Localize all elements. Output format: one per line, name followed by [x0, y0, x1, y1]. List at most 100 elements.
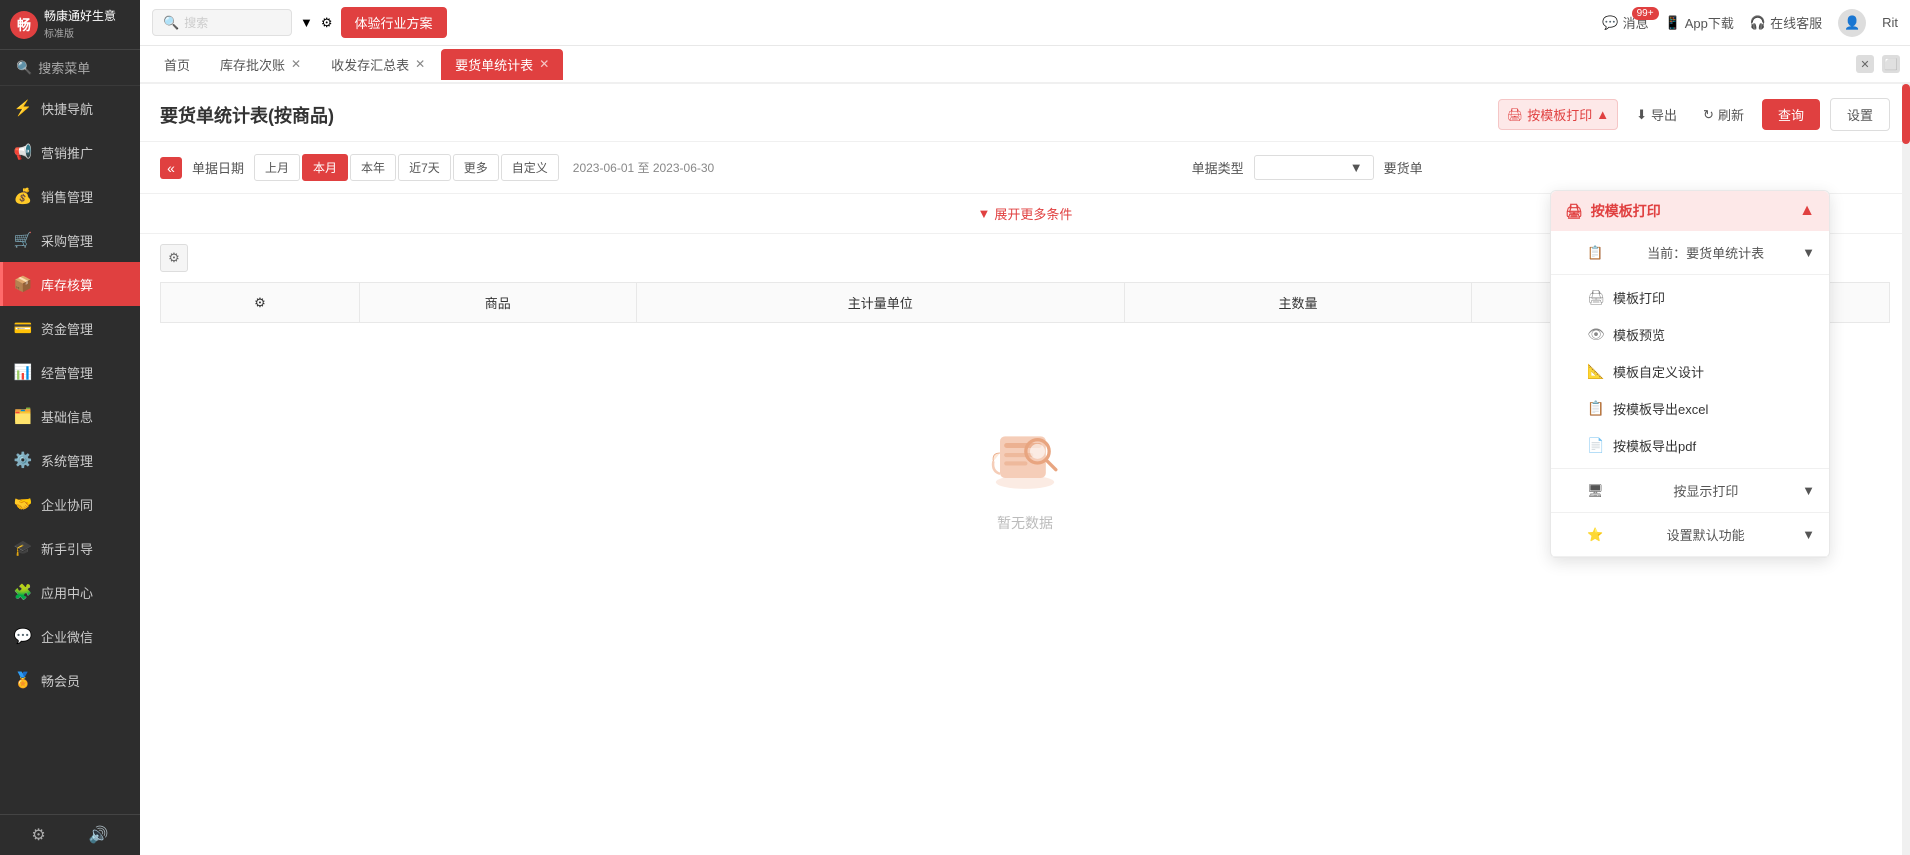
sidebar-item-appstore[interactable]: 🧩 应用中心 [0, 570, 140, 614]
display-print-icon: 🖥 [1587, 483, 1604, 499]
query-button[interactable]: 查询 [1762, 99, 1820, 130]
refresh-button[interactable]: ↻ 刷新 [1695, 100, 1752, 129]
tab-label-collect_summary: 收发存汇总表 [331, 55, 409, 74]
date-filter-current_month[interactable]: 本月 [302, 154, 348, 181]
display-print-label: 按显示打印 [1673, 481, 1738, 500]
print-chevron-up: ▲ [1596, 107, 1609, 122]
sidebar-item-enterprise[interactable]: 🤝 企业协同 [0, 482, 140, 526]
display-print-header[interactable]: 🖥 按显示打印 ▼ [1551, 473, 1829, 508]
sidebar-search[interactable]: 🔍 搜索菜单 [0, 50, 140, 86]
tab-close-collect_summary[interactable]: ✕ [415, 57, 425, 71]
tab-home[interactable]: 首页 [150, 49, 204, 80]
sidebar-item-newcomer[interactable]: 🎓 新手引导 [0, 526, 140, 570]
date-filter-more[interactable]: 更多 [453, 154, 499, 181]
header-dropdown-icon[interactable]: ▼ [300, 15, 313, 30]
nav-icon-wechat: 💬 [13, 626, 33, 646]
print-item-export_excel[interactable]: 📋 按模板导出excel [1551, 390, 1829, 427]
date-filter-last_7_days[interactable]: 近7天 [398, 154, 451, 181]
nav-label-finance: 资金管理 [41, 319, 93, 338]
nav-icon-inventory: 📦 [13, 274, 33, 294]
print-item-export_pdf[interactable]: 📄 按模板导出pdf [1551, 427, 1829, 464]
download-icon: 📱 [1665, 15, 1681, 31]
maximize-window-button[interactable]: ⬜ [1882, 55, 1900, 73]
user-avatar[interactable]: 👤 [1838, 9, 1866, 37]
sidebar-item-sales[interactable]: 💰 销售管理 [0, 174, 140, 218]
print-item-label-template_design: 模板自定义设计 [1613, 362, 1704, 381]
empty-illustration [975, 403, 1075, 503]
sidebar-item-system[interactable]: ⚙️ 系统管理 [0, 438, 140, 482]
nav-label-member: 畅会员 [41, 671, 80, 690]
sidebar-item-wechat[interactable]: 💬 企业微信 [0, 614, 140, 658]
expand-more-button[interactable]: ▼ 展开更多条件 [970, 200, 1081, 227]
messages-button[interactable]: 💬 消息 99+ [1602, 13, 1648, 32]
sidebar-item-member[interactable]: 🏅 畅会员 [0, 658, 140, 702]
nav-label-inventory: 库存核算 [41, 275, 93, 294]
print-item-icon-template_design: 📐 [1587, 363, 1605, 380]
tab-close-order_stats[interactable]: ✕ [539, 57, 549, 71]
nav-icon-newcomer: 🎓 [13, 538, 33, 558]
sidebar-item-purchase[interactable]: 🛒 采购管理 [0, 218, 140, 262]
page-header: 要货单统计表(按商品) 🖨 按模板打印 ▲ ⬇ 导出 ↻ 刷新 [140, 84, 1910, 142]
settings-button[interactable]: 设置 [1830, 98, 1890, 131]
volume-bottom-icon[interactable]: 🔊 [89, 825, 109, 845]
filter-section: « 单据日期 上月本月本年近7天更多自定义 2023-06-01 至 2023-… [140, 142, 1910, 194]
close-window-button[interactable]: ✕ [1856, 55, 1874, 73]
export-icon: ⬇ [1636, 107, 1647, 123]
default-func-header[interactable]: ⭐ 设置默认功能 ▼ [1551, 517, 1829, 552]
sidebar-item-inventory[interactable]: 📦 库存核算 [0, 262, 140, 306]
print-template-button[interactable]: 🖨 按模板打印 ▲ [1498, 99, 1618, 130]
column-settings-button[interactable]: ⚙ [160, 244, 188, 272]
app-download-button[interactable]: 📱 App下载 [1665, 13, 1734, 32]
sidebar-item-shortcut[interactable]: ⚡ 快捷导航 [0, 86, 140, 130]
print-item-template_design[interactable]: 📐 模板自定义设计 [1551, 353, 1829, 390]
settings-bottom-icon[interactable]: ⚙ [31, 825, 45, 845]
print-item-template_print[interactable]: 🖨 模板打印 [1551, 279, 1829, 316]
date-filter-last_month[interactable]: 上月 [254, 154, 300, 181]
online-service-button[interactable]: 🎧 在线客服 [1750, 13, 1822, 32]
app-name: 畅康通好生意 [44, 9, 116, 25]
col-header-unit: 主计量单位 [636, 283, 1124, 323]
nav-label-shortcut: 快捷导航 [41, 99, 93, 118]
print-item-template_preview[interactable]: 👁 模板预览 [1551, 316, 1829, 353]
current-template-chevron: ▼ [1802, 245, 1815, 260]
nav-label-marketing: 营销推广 [41, 143, 93, 162]
header-settings-icon[interactable]: ⚙ [321, 15, 333, 31]
tab-order_stats[interactable]: 要货单统计表✕ [441, 49, 563, 80]
sidebar-item-finance[interactable]: 💳 资金管理 [0, 306, 140, 350]
tab-collect_summary[interactable]: 收发存汇总表 ✕ [317, 49, 439, 80]
message-icon: 💬 [1602, 15, 1618, 31]
order-type-label: 单据类型 [1192, 158, 1244, 177]
goods-label: 要货单 [1384, 158, 1423, 177]
tab-inventory_batch[interactable]: 库存批次账✕ [206, 49, 315, 80]
current-template-header[interactable]: 📋 当前：要货单统计表 ▼ [1551, 235, 1829, 270]
sidebar-item-operations[interactable]: 📊 经营管理 [0, 350, 140, 394]
vertical-scrollbar[interactable] [1902, 84, 1910, 855]
page-title: 要货单统计表(按商品) [160, 102, 334, 128]
date-filter-custom[interactable]: 自定义 [501, 154, 559, 181]
search-icon: 🔍 [16, 60, 32, 76]
nav-icon-appstore: 🧩 [13, 582, 33, 602]
filter-collapse-button[interactable]: « [160, 157, 182, 179]
sidebar-item-basic[interactable]: 🗂️ 基础信息 [0, 394, 140, 438]
export-button[interactable]: ⬇ 导出 [1628, 100, 1685, 129]
default-func-chevron: ▼ [1802, 527, 1815, 542]
avatar-icon: 👤 [1844, 15, 1860, 31]
sidebar-item-marketing[interactable]: 📢 营销推广 [0, 130, 140, 174]
chevron-down-icon: ▼ [1350, 160, 1363, 175]
industry-solution-button[interactable]: 体验行业方案 [341, 7, 447, 38]
date-filter-this_year[interactable]: 本年 [350, 154, 396, 181]
nav-icon-basic: 🗂️ [13, 406, 33, 426]
scrollbar-thumb[interactable] [1902, 84, 1910, 144]
header-search-box[interactable]: 🔍 搜索 [152, 9, 292, 36]
order-type-select[interactable]: ▼ [1254, 155, 1374, 180]
nav-label-sales: 销售管理 [41, 187, 93, 206]
sidebar: 畅 畅康通好生意 标准版 🔍 搜索菜单 ⚡ 快捷导航 📢 营销推广 💰 销售管理… [0, 0, 140, 855]
page-area: 要货单统计表(按商品) 🖨 按模板打印 ▲ ⬇ 导出 ↻ 刷新 [140, 84, 1910, 855]
nav-icon-shortcut: ⚡ [13, 98, 33, 118]
print-dropdown-header[interactable]: 🖨 按模板打印 ▲ [1551, 191, 1829, 231]
print-items-section: 🖨 模板打印 👁 模板预览 📐 模板自定义设计 📋 按模板导出excel 📄 按… [1551, 275, 1829, 469]
nav-label-newcomer: 新手引导 [41, 539, 93, 558]
default-func-icon: ⭐ [1587, 527, 1603, 543]
tab-close-inventory_batch[interactable]: ✕ [291, 57, 301, 71]
nav-icon-operations: 📊 [13, 362, 33, 382]
